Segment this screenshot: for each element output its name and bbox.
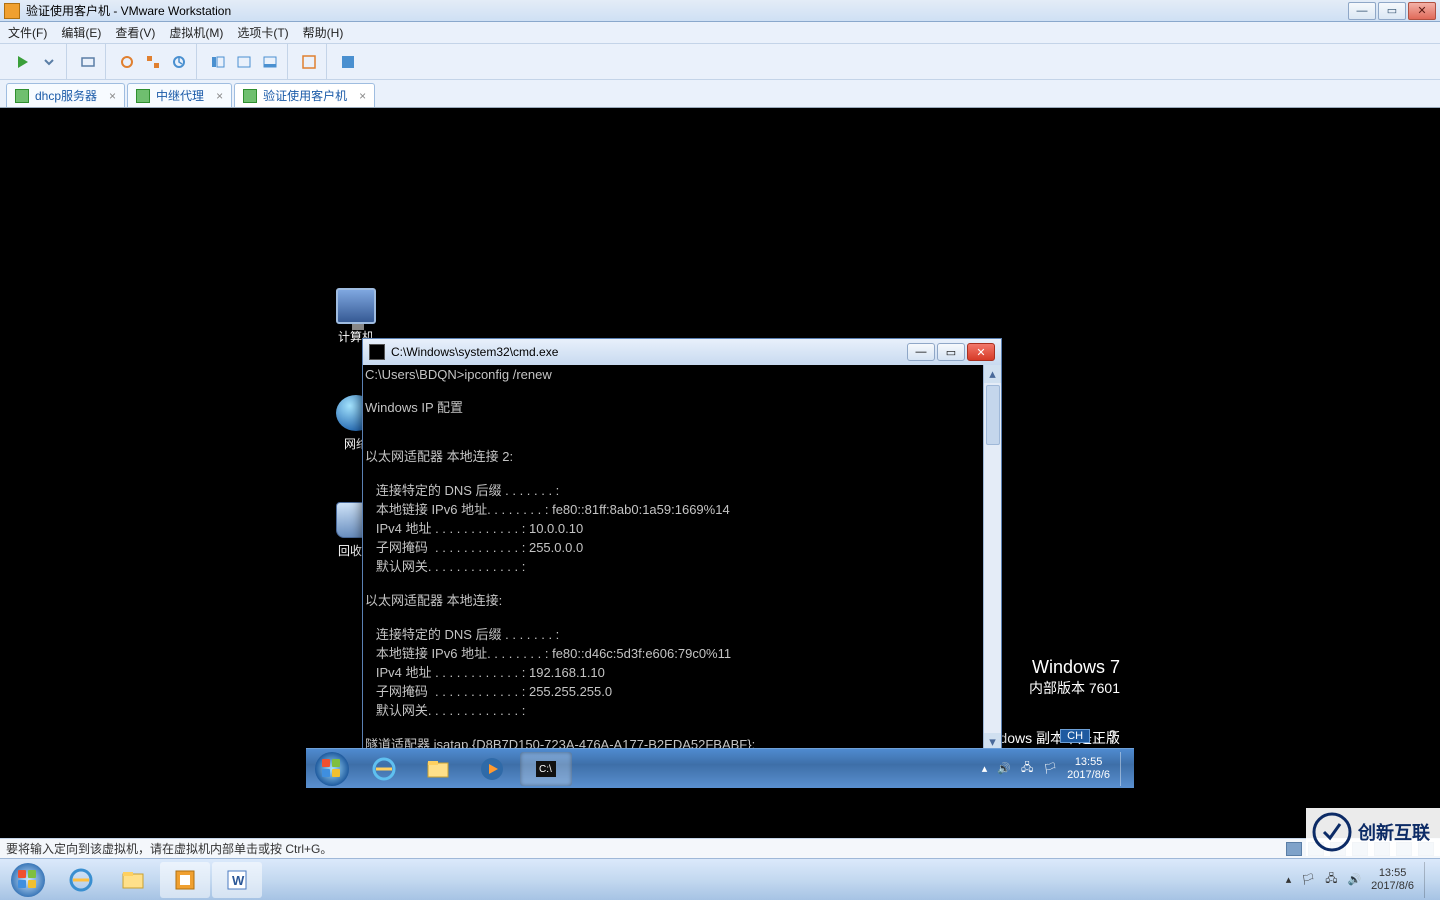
svg-text:W: W [232,873,245,888]
cmd-close-button[interactable]: ✕ [967,343,995,361]
host-minimize-button[interactable]: — [1348,2,1376,20]
lang-options-icon[interactable]: ⌄ ❔ [1094,730,1120,743]
menu-tabs[interactable]: 选项卡(T) [237,24,288,41]
vmware-menubar: 文件(F) 编辑(E) 查看(V) 虚拟机(M) 选项卡(T) 帮助(H) [0,22,1440,44]
vmware-status-text: 要将输入定向到该虚拟机，请在虚拟机内部单击或按 Ctrl+G。 [6,840,332,857]
desktop-icon-computer[interactable]: 计算机 [326,288,386,345]
tab-close-icon[interactable]: × [359,89,366,103]
menu-file[interactable]: 文件(F) [8,24,47,41]
tray-flag-icon[interactable]: 🏳 [1301,873,1315,886]
cmd-title-text: C:\Windows\system32\cmd.exe [391,345,907,359]
tray-volume-icon[interactable]: 🔊 [997,762,1011,775]
toolbar-dropdown[interactable] [38,51,60,73]
clock-time: 13:55 [1371,867,1414,879]
guest-language-bar[interactable]: CH ⌄ ❔ [1060,729,1120,743]
unity-button[interactable] [298,51,320,73]
fullscreen-button[interactable] [337,51,359,73]
view-console-button[interactable] [233,51,255,73]
tray-flag-icon[interactable]: ▴ [982,762,988,775]
snapshot-button[interactable] [116,51,138,73]
menu-vm[interactable]: 虚拟机(M) [169,24,223,41]
host-taskbar: W ▴ 🏳 🖧 🔊 13:55 2017/8/6 [0,858,1440,900]
revert-button[interactable] [168,51,190,73]
tab-label: 中继代理 [156,87,204,104]
guest-task-mediaplayer[interactable] [466,752,518,786]
tray-network-icon[interactable]: 🖧 [1021,759,1033,778]
vmware-tab-bar: dhcp服务器 × 中继代理 × 验证使用客户机 × [0,80,1440,108]
host-pin-explorer[interactable] [108,862,158,898]
tab-label: dhcp服务器 [35,87,97,104]
view-sidebar-button[interactable] [207,51,229,73]
snapshot-manager-button[interactable] [142,51,164,73]
tab-relay[interactable]: 中继代理 × [127,83,232,107]
send-cad-button[interactable] [77,51,99,73]
guest-system-tray: ▴ 🔊 🖧 🏳 13:55 2017/8/6 [982,752,1130,786]
host-close-button[interactable]: ✕ [1408,2,1436,20]
clock-time: 13:55 [1067,756,1110,768]
cmd-scrollbar[interactable]: ▴ ▾ [983,365,1001,751]
tab-label: 验证使用客户机 [263,87,347,104]
cmd-minimize-button[interactable]: — [907,343,935,361]
tray-chevron-icon[interactable]: ▴ [1286,873,1292,886]
svg-text:C:\: C:\ [539,764,552,775]
menu-edit[interactable]: 编辑(E) [61,24,101,41]
guest-clock[interactable]: 13:55 2017/8/6 [1067,756,1110,780]
page-watermark: 创新互联 [1306,808,1440,856]
vm-console[interactable]: 计算机 网络 回收站 Windows 7 内部版本 7601 此 Windows… [0,108,1440,858]
host-window-titlebar: 验证使用客户机 - VMware Workstation — ▭ ✕ [0,0,1440,22]
cmd-icon [369,344,385,360]
host-pin-vmware[interactable] [160,862,210,898]
clock-date: 2017/8/6 [1371,880,1414,892]
clock-date: 2017/8/6 [1067,769,1110,781]
host-window-title: 验证使用客户机 - VMware Workstation [26,2,1348,19]
tab-close-icon[interactable]: × [109,89,116,103]
lang-indicator[interactable]: CH [1060,729,1090,743]
guest-task-explorer[interactable] [412,752,464,786]
guest-taskbar: C:\ ▴ 🔊 🖧 🏳 13:55 2017/8/6 [306,748,1134,788]
power-on-button[interactable] [12,51,34,73]
vmware-toolbar [0,44,1440,80]
tray-volume-icon[interactable]: 🔊 [1347,873,1361,886]
tray-network-icon[interactable]: 🖧 [1325,870,1337,889]
tab-client[interactable]: 验证使用客户机 × [234,83,375,107]
host-pin-ie[interactable] [56,862,106,898]
cmd-maximize-button[interactable]: ▭ [937,343,965,361]
cmd-output[interactable]: C:\Users\BDQN>ipconfig /renew Windows IP… [363,365,1001,751]
cmd-titlebar[interactable]: C:\Windows\system32\cmd.exe — ▭ ✕ [363,339,1001,365]
show-desktop-button[interactable] [1120,752,1130,786]
guest-start-button[interactable] [310,749,354,789]
scroll-thumb[interactable] [986,385,1000,445]
vmware-icon [4,3,20,19]
guest-task-cmd[interactable]: C:\ [520,752,572,786]
menu-help[interactable]: 帮助(H) [303,24,344,41]
host-show-desktop-button[interactable] [1424,862,1434,898]
guest-task-ie[interactable] [358,752,410,786]
host-clock[interactable]: 13:55 2017/8/6 [1371,867,1414,891]
tab-dhcp[interactable]: dhcp服务器 × [6,83,125,107]
host-start-button[interactable] [0,860,56,900]
tab-close-icon[interactable]: × [216,89,223,103]
menu-view[interactable]: 查看(V) [115,24,155,41]
host-system-tray: ▴ 🏳 🖧 🔊 13:55 2017/8/6 [1286,862,1440,898]
vmware-status-bar: 要将输入定向到该虚拟机，请在虚拟机内部单击或按 Ctrl+G。 [0,838,1440,858]
scroll-up-icon[interactable]: ▴ [984,365,1001,383]
view-thumbnail-button[interactable] [259,51,281,73]
cmd-window[interactable]: C:\Windows\system32\cmd.exe — ▭ ✕ C:\Use… [362,338,1002,752]
host-pin-word[interactable]: W [212,862,262,898]
tray-action-icon[interactable]: 🏳 [1043,762,1057,775]
host-maximize-button[interactable]: ▭ [1378,2,1406,20]
watermark-text: 创新互联 [1358,819,1430,845]
computer-icon [336,288,376,324]
